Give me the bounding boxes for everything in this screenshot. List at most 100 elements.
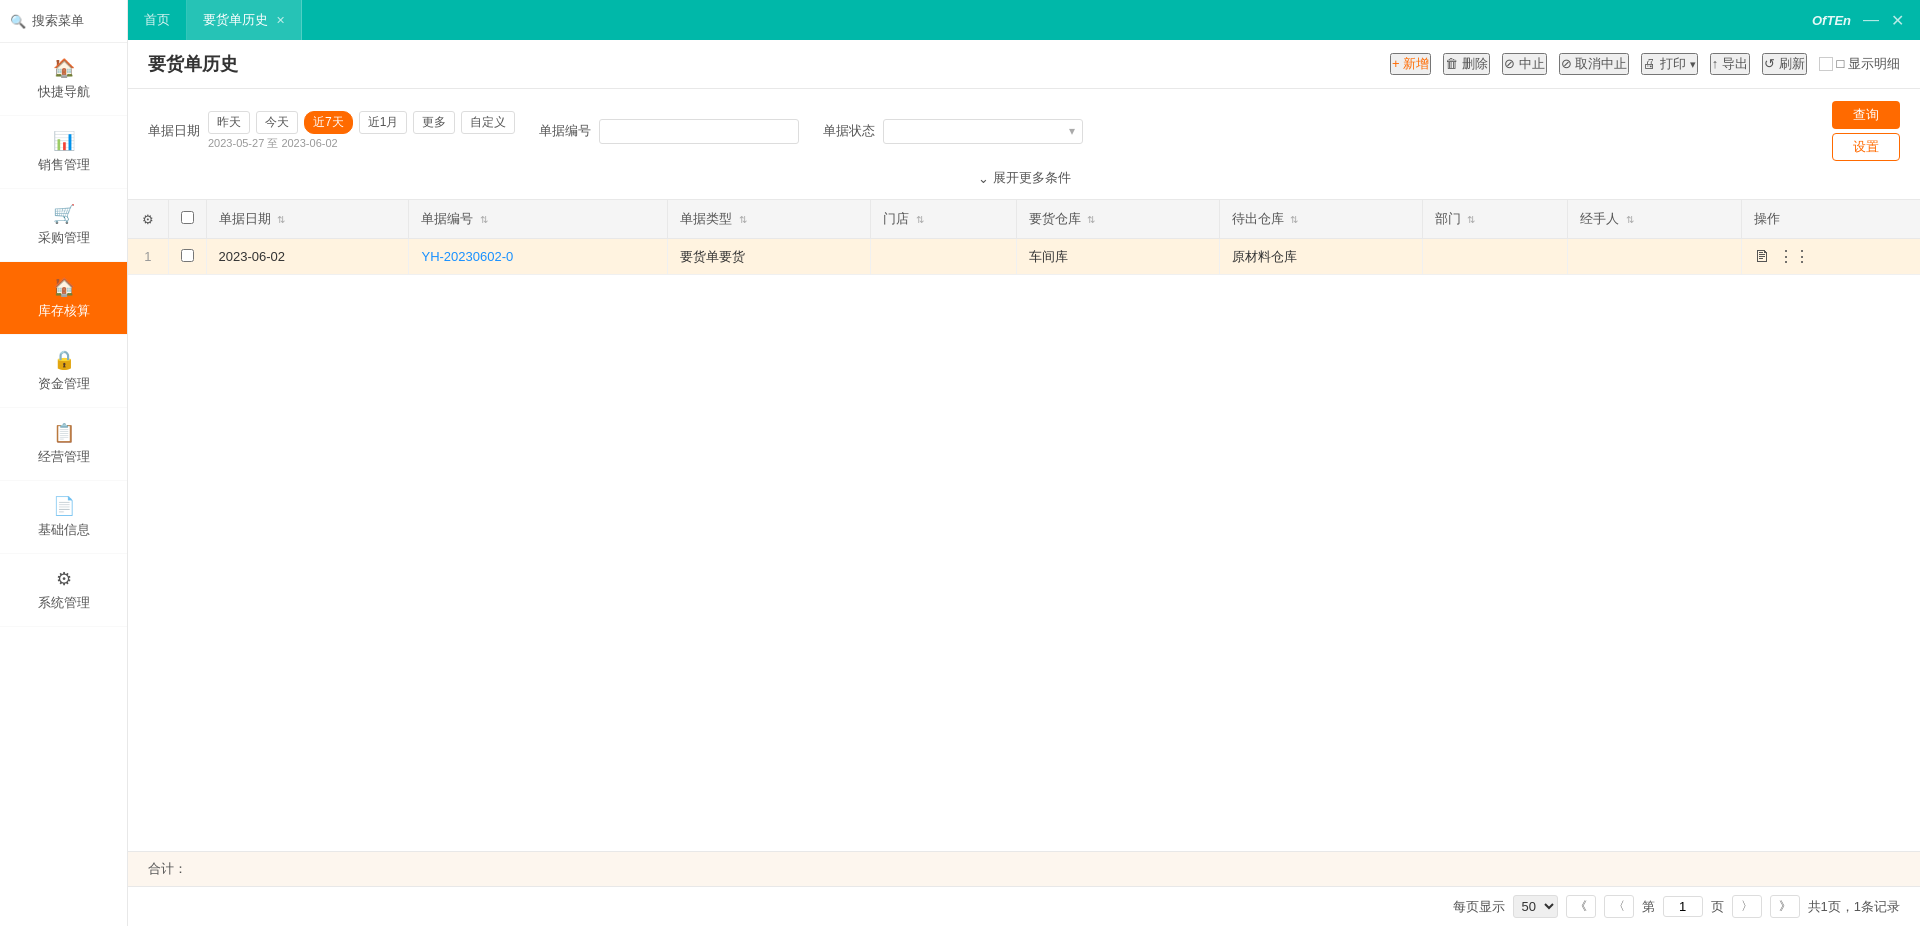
col-store-label: 门店 — [883, 211, 909, 226]
sidebar-item-system[interactable]: ⚙ 系统管理 — [0, 554, 127, 627]
display-detail-toggle[interactable]: □ 显示明细 — [1819, 55, 1900, 73]
col-pending-warehouse[interactable]: 待出仓库 ⇅ — [1219, 200, 1422, 239]
tab-home-label: 首页 — [144, 11, 170, 29]
display-detail-checkbox[interactable] — [1819, 57, 1833, 71]
date-btn-more[interactable]: 更多 — [413, 111, 455, 134]
sidebar-item-label: 基础信息 — [38, 521, 90, 539]
col-handler[interactable]: 经手人 ⇅ — [1567, 200, 1741, 239]
sidebar-item-label: 采购管理 — [38, 229, 90, 247]
tab-bar: 首页 要货单历史 ✕ — [128, 0, 302, 40]
total-info: 共1页，1条记录 — [1808, 898, 1900, 916]
query-button[interactable]: 查询 — [1832, 101, 1900, 129]
toolbar: + 新增 🗑 删除 ⊘ 中止 ⊘ 取消中止 🖨 打印 ▾ ↑ 导出 ↺ 刷新 □… — [1390, 53, 1900, 75]
cart-icon: 🛒 — [53, 203, 75, 225]
sidebar-item-label: 资金管理 — [38, 375, 90, 393]
doc-number-input[interactable] — [599, 119, 799, 144]
page-size-select[interactable]: 50 — [1513, 895, 1558, 918]
close-button[interactable]: ✕ — [1891, 11, 1904, 30]
settings-icon[interactable]: ⚙ — [142, 212, 154, 227]
table-footer: 合计： — [128, 851, 1920, 886]
date-btn-custom[interactable]: 自定义 — [461, 111, 515, 134]
page-title: 要货单历史 — [148, 52, 238, 76]
sidebar-item-label: 经营管理 — [38, 448, 90, 466]
sidebar-item-operations[interactable]: 📋 经营管理 — [0, 408, 127, 481]
col-store[interactable]: 门店 ⇅ — [871, 200, 1016, 239]
expand-more-conditions[interactable]: ⌄ 展开更多条件 — [148, 169, 1900, 187]
sidebar-item-label: 系统管理 — [38, 594, 90, 612]
col-dept[interactable]: 部门 ⇅ — [1422, 200, 1567, 239]
delete-button[interactable]: 🗑 删除 — [1443, 53, 1490, 75]
sort-icon: ⇅ — [1290, 214, 1298, 225]
date-btn-today[interactable]: 今天 — [256, 111, 298, 134]
row-checkbox-cell[interactable] — [168, 239, 206, 275]
sidebar-item-label: 销售管理 — [38, 156, 90, 174]
expand-more-label: 展开更多条件 — [993, 169, 1071, 187]
sort-icon: ⇅ — [480, 214, 488, 225]
row-num: 1 — [128, 239, 168, 275]
sidebar: 🔍 搜索菜单 🏠 快捷导航 📊 销售管理 🛒 采购管理 🏠 库存核算 🔒 资金管… — [0, 0, 128, 926]
page-number-input[interactable] — [1663, 896, 1703, 917]
tab-home[interactable]: 首页 — [128, 0, 187, 40]
tab-history[interactable]: 要货单历史 ✕ — [187, 0, 302, 40]
page-header: 要货单历史 + 新增 🗑 删除 ⊘ 中止 ⊘ 取消中止 🖨 打印 ▾ ↑ 导出 … — [128, 40, 1920, 89]
doc-status-select-wrap — [883, 119, 1083, 144]
sidebar-item-sales[interactable]: 📊 销售管理 — [0, 116, 127, 189]
gear-icon: ⚙ — [56, 568, 72, 590]
prev-page-button[interactable]: 〈 — [1604, 895, 1634, 918]
sidebar-item-purchase[interactable]: 🛒 采购管理 — [0, 189, 127, 262]
col-action-label: 操作 — [1754, 211, 1780, 226]
col-dept-label: 部门 — [1435, 211, 1461, 226]
sidebar-search-label: 搜索菜单 — [32, 12, 84, 30]
doc-status-select[interactable] — [883, 119, 1083, 144]
print-label: 🖨 打印 — [1643, 55, 1686, 73]
date-btn-last1month[interactable]: 近1月 — [359, 111, 408, 134]
tab-close-icon[interactable]: ✕ — [276, 14, 285, 27]
sort-icon: ⇅ — [1087, 214, 1095, 225]
next-page-button[interactable]: 〉 — [1732, 895, 1762, 918]
col-doc-type[interactable]: 单据类型 ⇅ — [668, 200, 871, 239]
doc-date-label: 单据日期 — [148, 122, 200, 140]
topbar: 首页 要货单历史 ✕ OfTEn — ✕ — [128, 0, 1920, 40]
print-button[interactable]: 🖨 打印 ▾ — [1641, 53, 1698, 75]
date-btn-yesterday[interactable]: 昨天 — [208, 111, 250, 134]
row-checkbox[interactable] — [181, 249, 194, 262]
tab-history-label: 要货单历史 — [203, 11, 268, 29]
page-label-go: 第 — [1642, 898, 1655, 916]
doc-number-link[interactable]: YH-20230602-0 — [421, 249, 513, 264]
sidebar-item-inventory[interactable]: 🏠 库存核算 — [0, 262, 127, 335]
date-btn-last7days[interactable]: 近7天 — [304, 111, 353, 134]
sidebar-item-shortcut[interactable]: 🏠 快捷导航 — [0, 43, 127, 116]
filter-group-date: 单据日期 昨天 今天 近7天 近1月 更多 自定义 2023-05-27 至 2… — [148, 111, 515, 151]
table-row: 1 2023-06-02 YH-20230602-0 要货单要货 车间库 原材料… — [128, 239, 1920, 275]
select-all-checkbox[interactable] — [181, 211, 194, 224]
sidebar-search[interactable]: 🔍 搜索菜单 — [0, 0, 127, 43]
export-button[interactable]: ↑ 导出 — [1710, 53, 1750, 75]
setting-button[interactable]: 设置 — [1832, 133, 1900, 161]
new-button[interactable]: + 新增 — [1390, 53, 1431, 75]
total-label: 合计： — [148, 860, 187, 878]
col-req-warehouse-label: 要货仓库 — [1029, 211, 1081, 226]
col-doc-type-label: 单据类型 — [680, 211, 732, 226]
col-checkbox[interactable] — [168, 200, 206, 239]
cancel-stop-button[interactable]: ⊘ 取消中止 — [1559, 53, 1630, 75]
topbar-right: OfTEn — ✕ — [1812, 11, 1920, 30]
cell-doc-type: 要货单要货 — [668, 239, 871, 275]
refresh-button[interactable]: ↺ 刷新 — [1762, 53, 1807, 75]
row-view-icon[interactable]: 🖹 — [1754, 248, 1770, 266]
last-page-button[interactable]: 》 — [1770, 895, 1800, 918]
sidebar-item-basic[interactable]: 📄 基础信息 — [0, 481, 127, 554]
sidebar-item-finance[interactable]: 🔒 资金管理 — [0, 335, 127, 408]
cell-req-warehouse: 车间库 — [1016, 239, 1219, 275]
stop-button[interactable]: ⊘ 中止 — [1502, 53, 1547, 75]
row-more-icon[interactable]: ⋮⋮ — [1778, 247, 1810, 266]
col-doc-date[interactable]: 单据日期 ⇅ — [206, 200, 409, 239]
sort-icon: ⇅ — [1626, 214, 1634, 225]
display-detail-label: □ 显示明细 — [1837, 55, 1900, 73]
col-req-warehouse[interactable]: 要货仓库 ⇅ — [1016, 200, 1219, 239]
col-doc-number[interactable]: 单据编号 ⇅ — [409, 200, 668, 239]
minimize-button[interactable]: — — [1863, 11, 1879, 29]
first-page-button[interactable]: 《 — [1566, 895, 1596, 918]
col-settings[interactable]: ⚙ — [128, 200, 168, 239]
inventory-icon: 🏠 — [53, 276, 75, 298]
sort-icon: ⇅ — [277, 214, 285, 225]
